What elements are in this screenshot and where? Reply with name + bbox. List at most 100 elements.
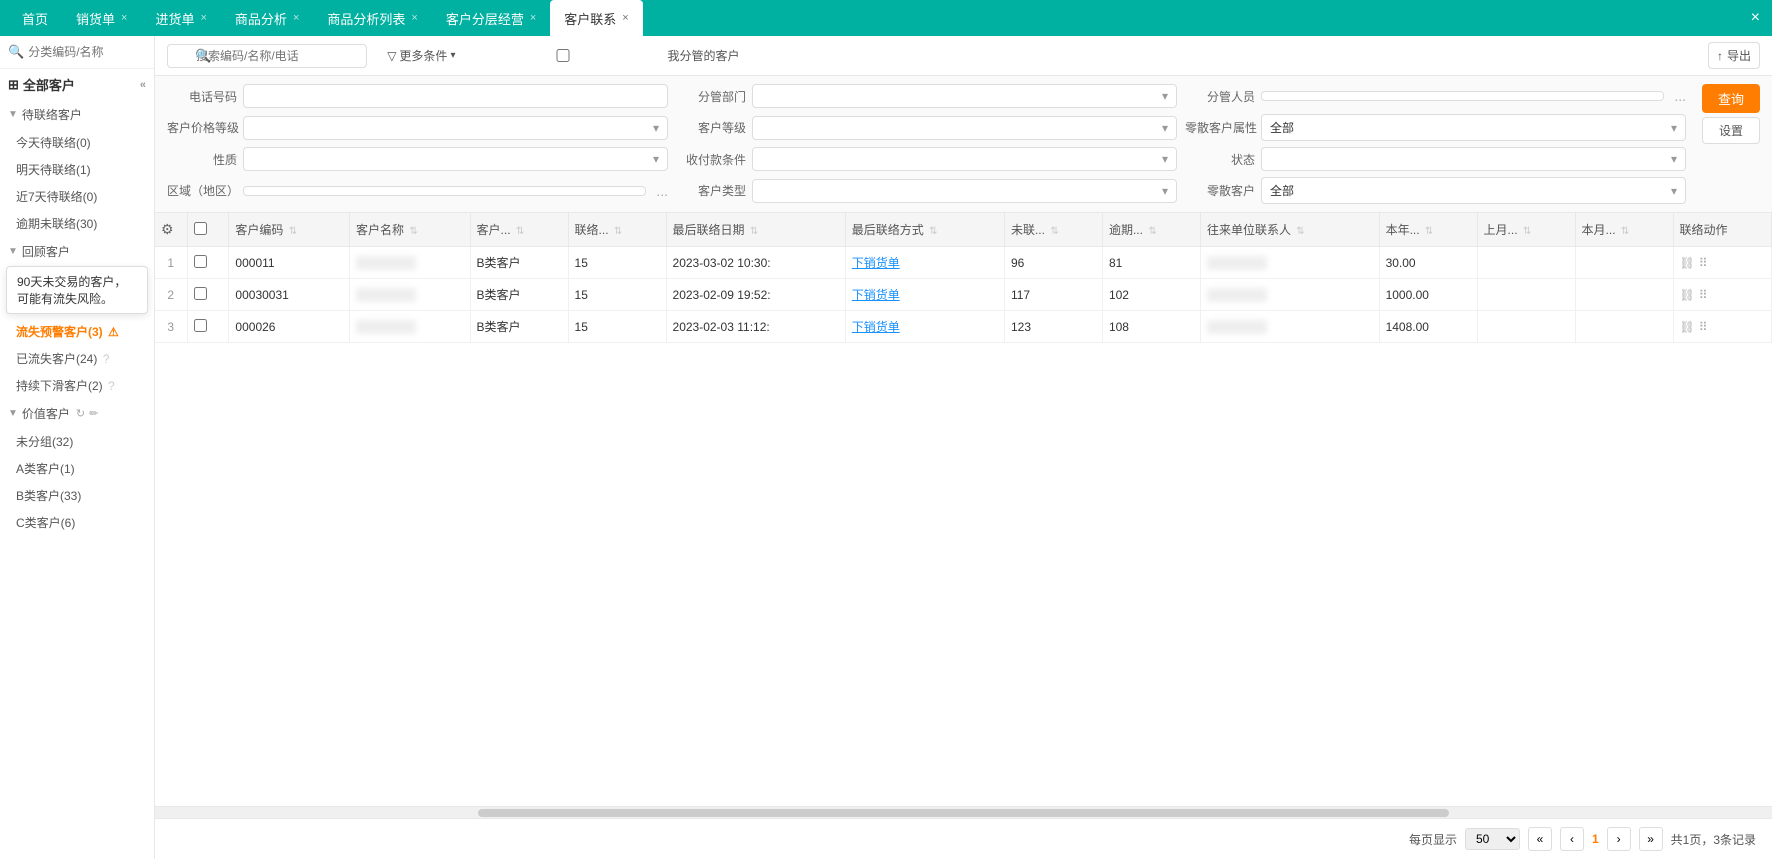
row-this-month-2 bbox=[1575, 311, 1673, 343]
horizontal-scrollbar[interactable] bbox=[155, 806, 1772, 818]
scrollbar-thumb[interactable] bbox=[478, 809, 1448, 817]
staff-select[interactable] bbox=[1261, 91, 1664, 101]
th-code[interactable]: 客户编码 ⇅ bbox=[229, 213, 350, 247]
sidebar-item-churned[interactable]: 已流失客户(24) ? bbox=[0, 345, 154, 372]
nav-tab-sales-close[interactable]: × bbox=[121, 12, 127, 24]
nav-tab-customer-layer-close[interactable]: × bbox=[530, 12, 536, 24]
sidebar-group-review[interactable]: ▼ 回顾客户 bbox=[0, 237, 154, 266]
payment-arrow: ▾ bbox=[1162, 152, 1168, 166]
sidebar-group-pending[interactable]: ▼ 待联络客户 bbox=[0, 100, 154, 129]
row-action-2[interactable]: ⛓ ⠿ bbox=[1673, 311, 1771, 343]
refresh-icon[interactable]: ↻ bbox=[76, 407, 85, 420]
nav-tab-analysis-list[interactable]: 商品分析列表 × bbox=[313, 0, 431, 36]
nav-tab-purchase[interactable]: 进货单 × bbox=[141, 0, 220, 36]
edit-icon[interactable]: ✏ bbox=[89, 407, 98, 420]
price-level-select[interactable]: ▾ bbox=[243, 116, 668, 140]
nav-tab-sales[interactable]: 销货单 × bbox=[62, 0, 141, 36]
th-overdue[interactable]: 逾期... ⇅ bbox=[1102, 213, 1200, 247]
export-button[interactable]: ↑ 导出 bbox=[1708, 42, 1760, 69]
area-dots[interactable]: ... bbox=[656, 183, 668, 199]
nav-tab-analysis[interactable]: 商品分析 × bbox=[221, 0, 313, 36]
sidebar-item-declining[interactable]: 持续下滑客户(2) ? bbox=[0, 372, 154, 399]
sidebar-item-c-class[interactable]: C类客户(6) bbox=[0, 509, 154, 536]
action-icon-more-1[interactable]: ⠿ bbox=[1699, 288, 1708, 302]
row-last-way-2[interactable]: 下销货单 bbox=[845, 311, 1004, 343]
action-icon-link-0[interactable]: ⛓ bbox=[1680, 256, 1695, 270]
query-button[interactable]: 查询 bbox=[1702, 84, 1760, 113]
th-contact-person[interactable]: 往来单位联系人 ⇅ bbox=[1200, 213, 1379, 247]
my-customers-checkbox-label[interactable]: 我分管的客户 bbox=[463, 47, 739, 64]
row-checkbox-1[interactable] bbox=[187, 279, 229, 311]
content-area: 🔍 ▽ 更多条件 ▾ 我分管的客户 ↑ 导出 bbox=[155, 36, 1772, 859]
action-icon-link-2[interactable]: ⛓ bbox=[1680, 320, 1695, 334]
sidebar-item-today[interactable]: 今天待联络(0) bbox=[0, 129, 154, 156]
th-contact[interactable]: 联络... ⇅ bbox=[568, 213, 666, 247]
dept-select[interactable]: ▾ bbox=[752, 84, 1177, 108]
action-icon-more-2[interactable]: ⠿ bbox=[1699, 320, 1708, 334]
customer-type-arrow: ▾ bbox=[1162, 184, 1168, 198]
th-last-way[interactable]: 最后联络方式 ⇅ bbox=[845, 213, 1004, 247]
row-checkbox-2[interactable] bbox=[187, 311, 229, 343]
row-last-date-0: 2023-03-02 10:30: bbox=[666, 247, 845, 279]
page-size-select[interactable]: 50 100 200 bbox=[1465, 828, 1520, 850]
select-all-checkbox[interactable] bbox=[194, 222, 207, 235]
staff-dots[interactable]: ... bbox=[1674, 88, 1686, 104]
nav-tab-analysis-close[interactable]: × bbox=[293, 12, 299, 24]
th-no-contact[interactable]: 未联... ⇅ bbox=[1004, 213, 1102, 247]
nav-tab-purchase-close[interactable]: × bbox=[200, 12, 206, 24]
last-page-btn[interactable]: » bbox=[1639, 827, 1663, 851]
row-last-way-0[interactable]: 下销货单 bbox=[845, 247, 1004, 279]
nav-tab-customer-layer[interactable]: 客户分层经营 × bbox=[432, 0, 550, 36]
customer-level-select[interactable]: ▾ bbox=[752, 116, 1177, 140]
status-select[interactable]: ▾ bbox=[1261, 147, 1686, 171]
action-icon-more-0[interactable]: ⠿ bbox=[1699, 256, 1708, 270]
nature-select[interactable]: ▾ bbox=[243, 147, 668, 171]
payment-select[interactable]: ▾ bbox=[752, 147, 1177, 171]
action-icon-link-1[interactable]: ⛓ bbox=[1680, 288, 1695, 302]
settings-button[interactable]: 设置 bbox=[1702, 117, 1760, 144]
th-this-month[interactable]: 本月... ⇅ bbox=[1575, 213, 1673, 247]
sidebar-all-customers[interactable]: ⊞ 全部客户 « bbox=[0, 69, 154, 100]
close-all-tabs[interactable]: × bbox=[1751, 9, 1760, 27]
zero-attr-select[interactable]: 全部 ▾ bbox=[1261, 114, 1686, 141]
customer-type-select[interactable]: ▾ bbox=[752, 179, 1177, 203]
th-last-date[interactable]: 最后联络日期 ⇅ bbox=[666, 213, 845, 247]
nav-tab-customer-contact-close[interactable]: × bbox=[622, 12, 628, 24]
gear-icon[interactable]: ⚙ bbox=[161, 221, 174, 237]
next-page-btn[interactable]: › bbox=[1607, 827, 1631, 851]
row-name-0 bbox=[349, 247, 470, 279]
prev-page-btn[interactable]: ‹ bbox=[1560, 827, 1584, 851]
th-this-year[interactable]: 本年... ⇅ bbox=[1379, 213, 1477, 247]
sidebar-group-value[interactable]: ▼ 价值客户 ↻ ✏ bbox=[0, 399, 154, 428]
th-checkbox[interactable] bbox=[187, 213, 229, 247]
phone-input[interactable] bbox=[243, 84, 668, 108]
row-action-0[interactable]: ⛓ ⠿ bbox=[1673, 247, 1771, 279]
first-page-btn[interactable]: « bbox=[1528, 827, 1552, 851]
area-select[interactable] bbox=[243, 186, 646, 196]
sidebar-item-b-class[interactable]: B类客户(33) bbox=[0, 482, 154, 509]
th-settings[interactable]: ⚙ bbox=[155, 213, 187, 247]
dept-field: 分管部门 ▾ bbox=[676, 84, 1177, 108]
nav-tab-analysis-list-close[interactable]: × bbox=[411, 12, 417, 24]
row-last-way-1[interactable]: 下销货单 bbox=[845, 279, 1004, 311]
sidebar-item-churn-warning[interactable]: 流失预警客户(3) ⚠ bbox=[0, 318, 154, 345]
row-contact-2: 15 bbox=[568, 311, 666, 343]
zero-customer-select[interactable]: 全部 ▾ bbox=[1261, 177, 1686, 204]
sidebar-search-icon: 🔍 bbox=[8, 44, 24, 60]
sidebar-item-a-class[interactable]: A类客户(1) bbox=[0, 455, 154, 482]
sidebar-item-tomorrow[interactable]: 明天待联络(1) bbox=[0, 156, 154, 183]
status-field: 状态 ▾ bbox=[1185, 147, 1686, 171]
more-conditions-btn[interactable]: ▽ 更多条件 ▾ bbox=[387, 47, 455, 64]
th-name[interactable]: 客户名称 ⇅ bbox=[349, 213, 470, 247]
sidebar-search-input[interactable] bbox=[28, 45, 146, 59]
row-action-1[interactable]: ⛓ ⠿ bbox=[1673, 279, 1771, 311]
nav-tab-customer-contact[interactable]: 客户联系 × bbox=[550, 0, 642, 36]
th-type[interactable]: 客户... ⇅ bbox=[470, 213, 568, 247]
nav-tab-home[interactable]: 首页 bbox=[8, 0, 62, 36]
th-last-month[interactable]: 上月... ⇅ bbox=[1477, 213, 1575, 247]
row-checkbox-0[interactable] bbox=[187, 247, 229, 279]
sidebar-item-overdue[interactable]: 逾期未联络(30) bbox=[0, 210, 154, 237]
my-customers-checkbox[interactable] bbox=[463, 49, 663, 62]
sidebar-item-ungroup[interactable]: 未分组(32) bbox=[0, 428, 154, 455]
sidebar-item-7days[interactable]: 近7天待联络(0) bbox=[0, 183, 154, 210]
